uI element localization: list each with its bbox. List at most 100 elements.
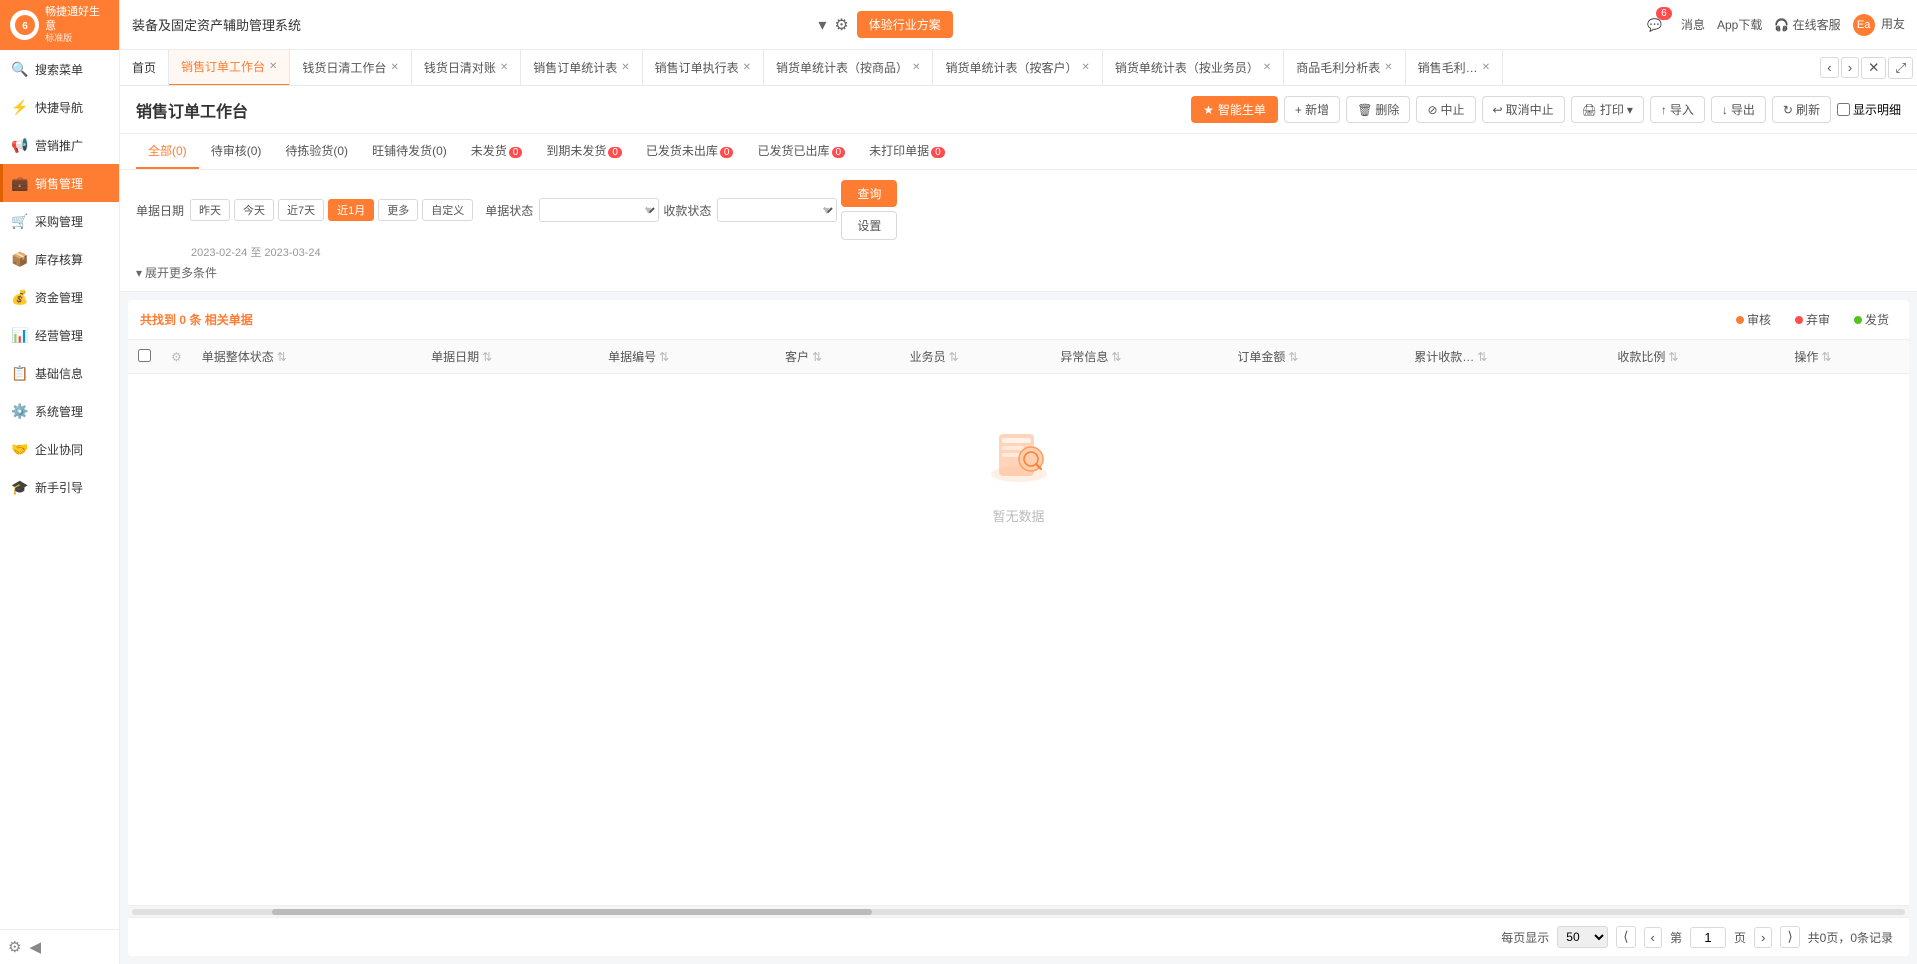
print-btn[interactable]: 🖨 打印 ▾ bbox=[1571, 96, 1644, 123]
last-page-btn[interactable]: ⟩ bbox=[1780, 926, 1799, 948]
prev-page-btn[interactable]: ‹ bbox=[1644, 927, 1662, 948]
tab-close-all[interactable]: ✕ bbox=[1861, 57, 1886, 79]
show-detail-label[interactable]: 显示明细 bbox=[1837, 101, 1901, 118]
delete-btn[interactable]: 🗑 删除 bbox=[1346, 96, 1410, 123]
table-scroll[interactable]: ⚙单据整体状态⇅单据日期⇅单据编号⇅客户⇅业务员⇅异常信息⇅订单金额⇅累计收款…… bbox=[128, 340, 1909, 905]
tab-9[interactable]: 商品毛利分析表✕ bbox=[1284, 50, 1405, 86]
sub-tab-4[interactable]: 未发货0 bbox=[459, 134, 535, 169]
next-page-btn[interactable]: › bbox=[1754, 927, 1772, 948]
tab-close-9[interactable]: ✕ bbox=[1384, 62, 1392, 73]
tab-7[interactable]: 销货单统计表（按客户）✕ bbox=[933, 50, 1102, 86]
tab-close-10[interactable]: ✕ bbox=[1482, 62, 1490, 73]
page-input[interactable] bbox=[1690, 927, 1726, 948]
sidebar-item-3[interactable]: 💼销售管理 bbox=[0, 164, 119, 202]
sort-icon-0[interactable]: ⇅ bbox=[277, 350, 287, 364]
new-btn[interactable]: + 新增 bbox=[1284, 96, 1340, 123]
tab-close-3[interactable]: ✕ bbox=[500, 62, 508, 73]
sort-icon-4[interactable]: ⇅ bbox=[949, 350, 959, 364]
tab-2[interactable]: 钱货日清工作台✕ bbox=[290, 50, 411, 86]
table-op-0[interactable]: 审核 bbox=[1728, 308, 1779, 331]
tab-5[interactable]: 销售订单执行表✕ bbox=[643, 50, 764, 86]
tab-close-4[interactable]: ✕ bbox=[621, 62, 629, 73]
tab-close-8[interactable]: ✕ bbox=[1263, 62, 1271, 73]
sort-icon-6[interactable]: ⇅ bbox=[1288, 350, 1298, 364]
sort-icon-3[interactable]: ⇅ bbox=[812, 350, 822, 364]
show-detail-checkbox[interactable] bbox=[1837, 103, 1850, 116]
tab-close-2[interactable]: ✕ bbox=[390, 62, 398, 73]
sort-icon-7[interactable]: ⇅ bbox=[1477, 350, 1487, 364]
sidebar-item-5[interactable]: 📦库存核算 bbox=[0, 240, 119, 278]
sort-icon-5[interactable]: ⇅ bbox=[1111, 350, 1121, 364]
expand-btn[interactable]: ▾ 展开更多条件 bbox=[136, 264, 1901, 281]
payment-select[interactable] bbox=[717, 198, 837, 222]
sub-tab-7[interactable]: 已发货已出库0 bbox=[745, 134, 857, 169]
date-btn-2[interactable]: 近7天 bbox=[278, 199, 324, 221]
collapse-icon[interactable]: ◀ bbox=[29, 938, 41, 956]
online-service[interactable]: 🎧 在线客服 bbox=[1774, 16, 1840, 33]
sort-icon-2[interactable]: ⇅ bbox=[659, 350, 669, 364]
date-btn-3[interactable]: 近1月 bbox=[328, 199, 374, 221]
message-area[interactable]: 💬6 消息 bbox=[1647, 16, 1705, 33]
tab-8[interactable]: 销货单统计表（按业务员）✕ bbox=[1103, 50, 1284, 86]
sub-tab-8[interactable]: 未打印单据0 bbox=[857, 134, 957, 169]
select-all-checkbox[interactable] bbox=[138, 349, 151, 362]
tab-3[interactable]: 钱货日清对账✕ bbox=[412, 50, 521, 86]
expand-icon[interactable]: ▾ bbox=[818, 15, 826, 35]
sidebar-item-9[interactable]: ⚙️系统管理 bbox=[0, 392, 119, 430]
sort-icon-1[interactable]: ⇅ bbox=[482, 350, 492, 364]
sub-tab-1[interactable]: 待审核(0) bbox=[199, 134, 274, 169]
sidebar-item-10[interactable]: 🤝企业协同 bbox=[0, 430, 119, 468]
table-op-1[interactable]: 弃审 bbox=[1787, 308, 1838, 331]
sub-tab-2[interactable]: 待拣验货(0) bbox=[273, 134, 360, 169]
query-btn[interactable]: 查询 bbox=[841, 180, 897, 207]
settings-icon[interactable]: ⚙ bbox=[8, 938, 21, 956]
sidebar-item-0[interactable]: 🔍搜索菜单 bbox=[0, 50, 119, 88]
tab-scroll-left[interactable]: ‹ bbox=[1820, 57, 1838, 78]
date-btn-4[interactable]: 更多 bbox=[378, 199, 418, 221]
table-op-2[interactable]: 发货 bbox=[1846, 308, 1897, 331]
page-size-select[interactable]: 50 100 200 bbox=[1557, 926, 1608, 948]
tab-scroll-right[interactable]: › bbox=[1841, 57, 1859, 78]
tab-6[interactable]: 销货单统计表（按商品）✕ bbox=[764, 50, 933, 86]
tab-1[interactable]: 销售订单工作台✕ bbox=[169, 50, 290, 86]
first-page-btn[interactable]: ⟨ bbox=[1616, 926, 1635, 948]
column-settings-icon[interactable]: ⚙ bbox=[171, 350, 182, 364]
refresh-btn[interactable]: ↻ 刷新 bbox=[1772, 96, 1831, 123]
sidebar-item-6[interactable]: 💰资金管理 bbox=[0, 278, 119, 316]
content-area: 销售订单工作台 ★ 智能生单 + 新增 🗑 删除 ⊘ 中止 ↩ 取消中止 bbox=[120, 86, 1917, 964]
sidebar-item-4[interactable]: 🛒采购管理 bbox=[0, 202, 119, 240]
sidebar-item-7[interactable]: 📊经营管理 bbox=[0, 316, 119, 354]
tab-close-6[interactable]: ✕ bbox=[912, 62, 920, 73]
sort-icon-8[interactable]: ⇅ bbox=[1668, 350, 1678, 364]
status-select[interactable] bbox=[539, 198, 659, 222]
smart-btn[interactable]: ★ 智能生单 bbox=[1191, 96, 1278, 123]
tab-close-5[interactable]: ✕ bbox=[743, 62, 751, 73]
sidebar-item-1[interactable]: ⚡快捷导航 bbox=[0, 88, 119, 126]
industry-btn[interactable]: 体验行业方案 bbox=[857, 11, 953, 38]
tab-close-1[interactable]: ✕ bbox=[269, 61, 277, 72]
sidebar-item-2[interactable]: 📢营销推广 bbox=[0, 126, 119, 164]
sub-tab-5[interactable]: 到期未发货0 bbox=[534, 134, 634, 169]
tab-maximize[interactable]: ⤢ bbox=[1888, 57, 1913, 79]
user-area[interactable]: Ea 用友 bbox=[1853, 14, 1905, 36]
date-btn-5[interactable]: 自定义 bbox=[422, 199, 473, 221]
sidebar-item-11[interactable]: 🎓新手引导 bbox=[0, 468, 119, 506]
export-btn[interactable]: ↓ 导出 bbox=[1711, 96, 1766, 123]
date-btn-1[interactable]: 今天 bbox=[234, 199, 274, 221]
tab-close-7[interactable]: ✕ bbox=[1081, 62, 1089, 73]
tab-0[interactable]: 首页 bbox=[120, 50, 169, 86]
tab-4[interactable]: 销售订单统计表✕ bbox=[521, 50, 642, 86]
date-btn-0[interactable]: 昨天 bbox=[190, 199, 230, 221]
sub-tab-6[interactable]: 已发货未出库0 bbox=[634, 134, 746, 169]
stop-btn[interactable]: ⊘ 中止 bbox=[1416, 96, 1475, 123]
sub-tab-0[interactable]: 全部(0) bbox=[136, 134, 199, 169]
gear-topbar-icon[interactable]: ⚙ bbox=[834, 15, 848, 35]
app-download[interactable]: App下载 bbox=[1717, 16, 1762, 33]
sort-icon-9[interactable]: ⇅ bbox=[1821, 350, 1831, 364]
sidebar-item-8[interactable]: 📋基础信息 bbox=[0, 354, 119, 392]
settings-btn[interactable]: 设置 bbox=[841, 211, 897, 240]
sub-tab-3[interactable]: 旺铺待发货(0) bbox=[360, 134, 459, 169]
import-btn[interactable]: ↑ 导入 bbox=[1650, 96, 1705, 123]
tab-10[interactable]: 销售毛利…✕ bbox=[1406, 50, 1503, 86]
cancel-stop-btn[interactable]: ↩ 取消中止 bbox=[1482, 96, 1565, 123]
